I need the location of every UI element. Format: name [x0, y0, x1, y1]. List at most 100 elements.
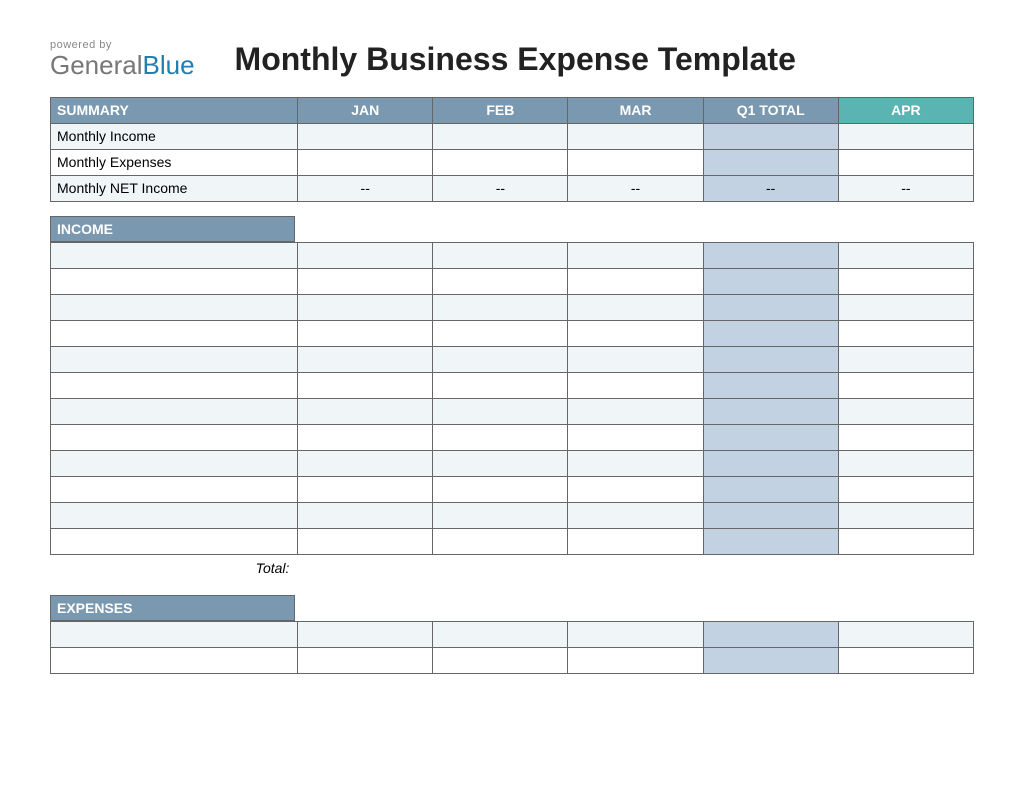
data-cell[interactable]	[568, 398, 703, 424]
data-cell[interactable]	[838, 424, 973, 450]
data-cell[interactable]	[298, 242, 433, 268]
col-apr: APR	[838, 97, 973, 123]
brand-logo: powered by GeneralBlue	[50, 40, 195, 79]
q1-cell	[703, 502, 838, 528]
summary-cell: --	[433, 175, 568, 201]
summary-cell[interactable]	[838, 149, 973, 175]
data-cell[interactable]	[298, 320, 433, 346]
income-total-row: Total:	[50, 555, 974, 581]
summary-cell[interactable]	[298, 149, 433, 175]
expenses-section-title: EXPENSES	[50, 595, 295, 621]
row-label-cell[interactable]	[51, 294, 298, 320]
data-cell[interactable]	[433, 242, 568, 268]
row-label-cell[interactable]	[51, 502, 298, 528]
data-cell[interactable]	[838, 372, 973, 398]
data-cell[interactable]	[298, 450, 433, 476]
data-cell[interactable]	[298, 398, 433, 424]
col-q1: Q1 TOTAL	[703, 97, 838, 123]
data-cell[interactable]	[433, 502, 568, 528]
q1-cell	[703, 528, 838, 554]
data-cell[interactable]	[433, 450, 568, 476]
table-row	[51, 621, 974, 647]
data-cell[interactable]	[433, 647, 568, 673]
summary-cell[interactable]	[433, 149, 568, 175]
data-cell[interactable]	[838, 346, 973, 372]
data-cell[interactable]	[838, 398, 973, 424]
data-cell[interactable]	[298, 424, 433, 450]
data-cell[interactable]	[568, 502, 703, 528]
data-cell[interactable]	[298, 528, 433, 554]
row-label-cell[interactable]	[51, 242, 298, 268]
summary-header-row: SUMMARY JAN FEB MAR Q1 TOTAL APR	[51, 97, 974, 123]
data-cell[interactable]	[838, 476, 973, 502]
row-label-cell[interactable]	[51, 450, 298, 476]
data-cell[interactable]	[298, 621, 433, 647]
data-cell[interactable]	[838, 294, 973, 320]
summary-cell[interactable]	[433, 123, 568, 149]
data-cell[interactable]	[838, 528, 973, 554]
income-total-label: Total:	[50, 555, 297, 581]
data-cell[interactable]	[838, 502, 973, 528]
data-cell[interactable]	[433, 476, 568, 502]
row-label-cell[interactable]	[51, 372, 298, 398]
data-cell[interactable]	[298, 294, 433, 320]
data-cell[interactable]	[298, 372, 433, 398]
data-cell[interactable]	[433, 424, 568, 450]
data-cell[interactable]	[568, 528, 703, 554]
data-cell[interactable]	[568, 450, 703, 476]
data-cell[interactable]	[568, 320, 703, 346]
data-cell[interactable]	[433, 268, 568, 294]
summary-cell[interactable]	[568, 123, 703, 149]
data-cell[interactable]	[433, 621, 568, 647]
logo-brand-b: Blue	[143, 50, 195, 80]
row-label-cell[interactable]	[51, 320, 298, 346]
summary-row: Monthly NET Income -- -- -- -- --	[51, 175, 974, 201]
data-cell[interactable]	[838, 242, 973, 268]
table-row	[51, 268, 974, 294]
data-cell[interactable]	[568, 647, 703, 673]
logo-brand-text: GeneralBlue	[50, 52, 195, 79]
data-cell[interactable]	[433, 346, 568, 372]
data-cell[interactable]	[433, 372, 568, 398]
data-cell[interactable]	[298, 476, 433, 502]
data-cell[interactable]	[433, 320, 568, 346]
row-label-cell[interactable]	[51, 398, 298, 424]
row-label-cell[interactable]	[51, 647, 298, 673]
row-label-cell[interactable]	[51, 346, 298, 372]
q1-cell	[703, 268, 838, 294]
data-cell[interactable]	[298, 502, 433, 528]
data-cell[interactable]	[568, 476, 703, 502]
data-cell[interactable]	[838, 320, 973, 346]
data-cell[interactable]	[298, 346, 433, 372]
data-cell[interactable]	[568, 621, 703, 647]
data-cell[interactable]	[838, 647, 973, 673]
data-cell[interactable]	[298, 268, 433, 294]
data-cell[interactable]	[433, 528, 568, 554]
row-label-cell[interactable]	[51, 424, 298, 450]
data-cell[interactable]	[838, 450, 973, 476]
q1-cell	[703, 450, 838, 476]
data-cell[interactable]	[568, 424, 703, 450]
summary-label: Monthly Income	[51, 123, 298, 149]
table-row	[51, 647, 974, 673]
data-cell[interactable]	[568, 294, 703, 320]
summary-cell[interactable]	[568, 149, 703, 175]
col-mar: MAR	[568, 97, 703, 123]
data-cell[interactable]	[838, 268, 973, 294]
summary-cell[interactable]	[838, 123, 973, 149]
data-cell[interactable]	[568, 242, 703, 268]
data-cell[interactable]	[568, 268, 703, 294]
data-cell[interactable]	[568, 346, 703, 372]
data-cell[interactable]	[838, 621, 973, 647]
row-label-cell[interactable]	[51, 476, 298, 502]
row-label-cell[interactable]	[51, 268, 298, 294]
row-label-cell[interactable]	[51, 621, 298, 647]
data-cell[interactable]	[298, 647, 433, 673]
data-cell[interactable]	[433, 398, 568, 424]
data-cell[interactable]	[433, 294, 568, 320]
summary-cell[interactable]	[298, 123, 433, 149]
table-row	[51, 398, 974, 424]
page-header: powered by GeneralBlue Monthly Business …	[50, 40, 974, 79]
row-label-cell[interactable]	[51, 528, 298, 554]
data-cell[interactable]	[568, 372, 703, 398]
